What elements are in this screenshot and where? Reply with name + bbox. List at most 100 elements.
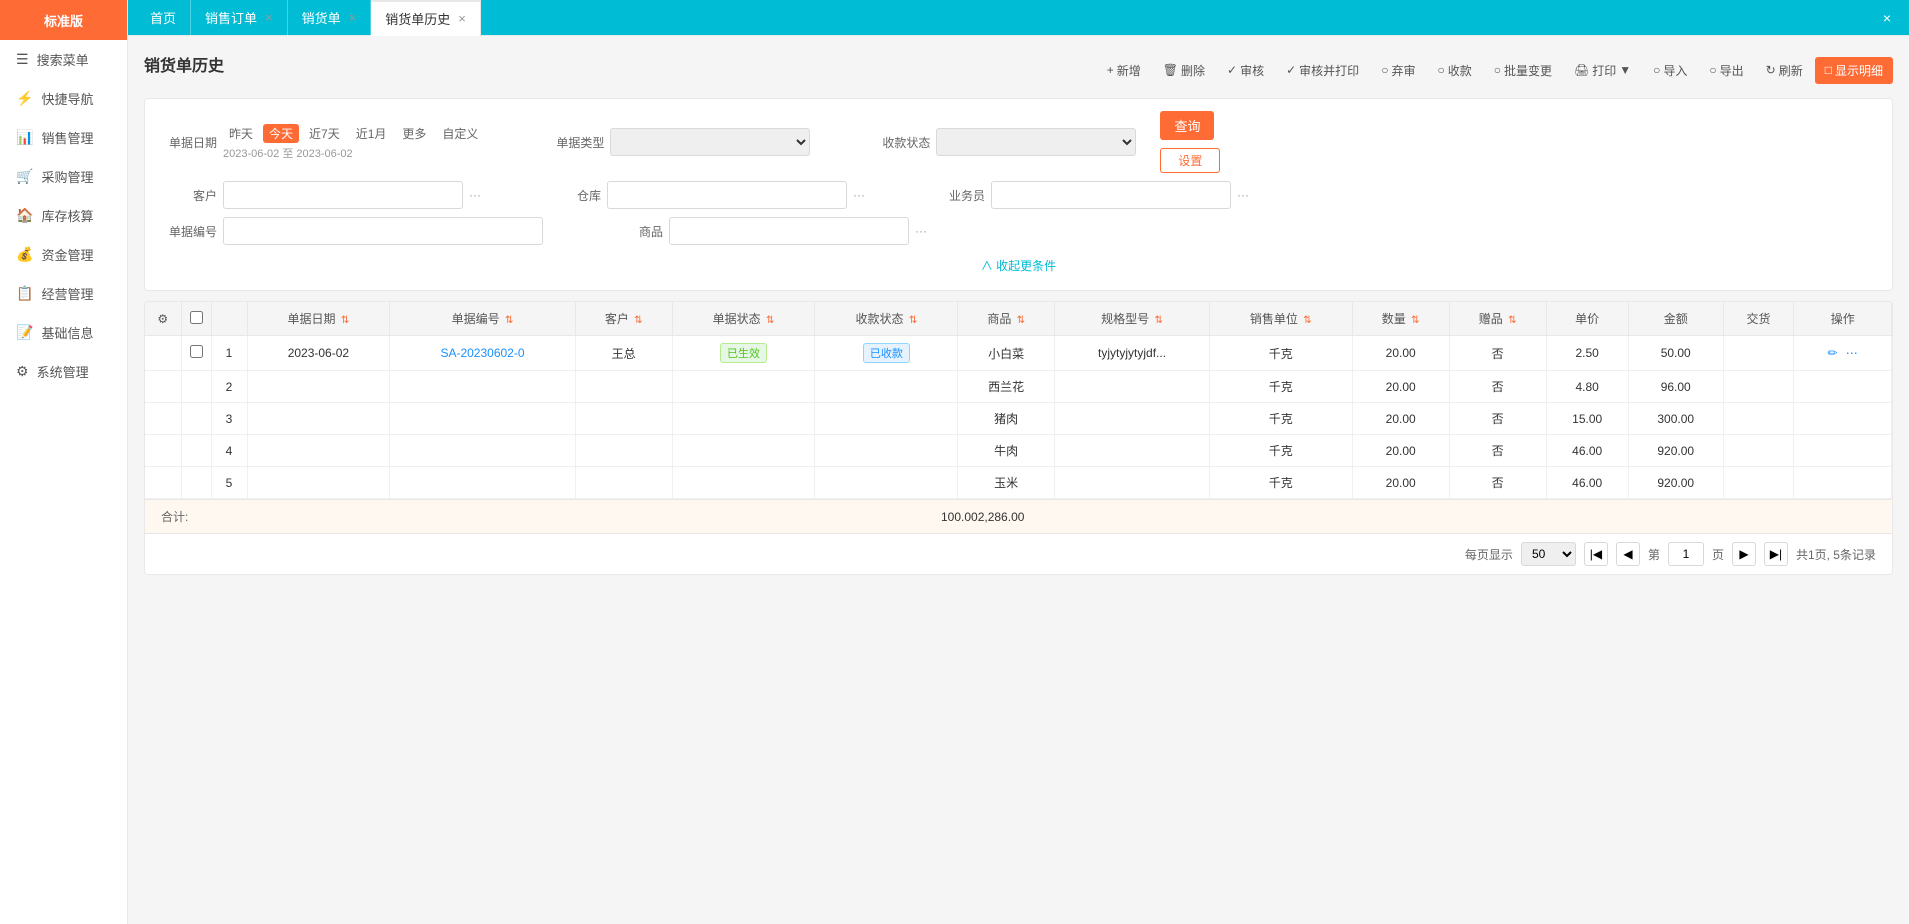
page-number-input[interactable] bbox=[1668, 542, 1704, 566]
page-size-select[interactable]: 50 100 bbox=[1521, 542, 1576, 566]
total-info: 共1页, 5条记录 bbox=[1796, 546, 1876, 563]
date-tab-week7[interactable]: 近7天 bbox=[303, 124, 346, 143]
sidebar-item-label: 库存核算 bbox=[41, 206, 93, 225]
tab-close-sales-goods[interactable]: × bbox=[349, 10, 357, 25]
col-doc-status[interactable]: 单据状态 ⇅ bbox=[672, 302, 815, 336]
col-gift[interactable]: 赠品 ⇅ bbox=[1449, 302, 1546, 336]
sidebar-item-label: 资金管理 bbox=[41, 245, 93, 264]
customer-input[interactable] bbox=[223, 181, 463, 209]
col-doc-no[interactable]: 单据编号 ⇅ bbox=[390, 302, 575, 336]
audit-print-button[interactable]: ✓ 审核并打印 bbox=[1276, 57, 1369, 84]
row-checkbox[interactable] bbox=[190, 345, 203, 358]
delete-button[interactable]: 🗑 删除 bbox=[1153, 57, 1215, 84]
col-qty[interactable]: 数量 ⇅ bbox=[1352, 302, 1449, 336]
collect-label: 收款 bbox=[1448, 62, 1472, 79]
tab-label: 首页 bbox=[150, 8, 176, 27]
sidebar-item-inventory[interactable]: 🏠 库存核算 bbox=[0, 196, 127, 235]
tab-sales-history[interactable]: 销货单历史 × bbox=[371, 0, 481, 36]
sidebar-item-search-menu[interactable]: ☰ 搜索菜单 bbox=[0, 40, 127, 79]
content-area: 销货单历史 + 新增 🗑 删除 ✓ 审核 ✓ 审核并打印 bbox=[128, 36, 1909, 924]
cell-doc-status: 已生效 bbox=[672, 336, 815, 371]
inventory-icon: 🏠 bbox=[16, 207, 33, 224]
audit-icon: ✓ bbox=[1227, 63, 1237, 77]
col-sales-unit[interactable]: 销售单位 ⇅ bbox=[1209, 302, 1352, 336]
tab-sales-order[interactable]: 销售订单 × bbox=[191, 0, 288, 36]
table-row: 4 牛肉 千克 20.00 否 46.00 920.00 bbox=[145, 435, 1892, 467]
select-all-checkbox[interactable] bbox=[190, 311, 203, 324]
goods-dots[interactable]: ··· bbox=[915, 224, 927, 238]
pagination-bar: 每页显示 50 100 |◀ ◀ 第 页 ▶ ▶| 共1页, 5条记录 bbox=[145, 533, 1892, 574]
warehouse-dots[interactable]: ··· bbox=[853, 188, 865, 202]
query-button[interactable]: 查询 bbox=[1160, 111, 1214, 140]
sort-icon: ⇅ bbox=[634, 315, 642, 326]
tab-home[interactable]: 首页 bbox=[136, 0, 191, 36]
import-button[interactable]: ○ 导入 bbox=[1643, 57, 1697, 84]
cell-row-no: 1 bbox=[211, 336, 247, 371]
col-doc-date[interactable]: 单据日期 ⇅ bbox=[247, 302, 390, 336]
cell-sales-unit: 千克 bbox=[1209, 467, 1352, 499]
date-tab-custom[interactable]: 自定义 bbox=[436, 124, 484, 143]
cell-customer bbox=[575, 467, 672, 499]
warehouse-input[interactable] bbox=[607, 181, 847, 209]
sidebar-item-base-info[interactable]: 📝 基础信息 bbox=[0, 313, 127, 352]
cell-settings bbox=[145, 336, 181, 371]
date-tab-month1[interactable]: 近1月 bbox=[350, 124, 393, 143]
col-collect-status[interactable]: 收款状态 ⇅ bbox=[815, 302, 958, 336]
business-input[interactable] bbox=[991, 181, 1231, 209]
set-button[interactable]: 设置 bbox=[1160, 148, 1220, 173]
audit-print-label: 审核并打印 bbox=[1299, 62, 1359, 79]
doc-no-input[interactable] bbox=[223, 217, 543, 245]
batch-change-button[interactable]: ○ 批量变更 bbox=[1484, 57, 1562, 84]
last-page-button[interactable]: ▶| bbox=[1764, 542, 1788, 566]
goods-input[interactable] bbox=[669, 217, 909, 245]
collect-status-select[interactable] bbox=[936, 128, 1136, 156]
tab-sales-goods[interactable]: 销货单 × bbox=[288, 0, 372, 36]
sidebar-item-sales-mgmt[interactable]: 📊 销售管理 bbox=[0, 118, 127, 157]
col-settings[interactable]: ⚙ bbox=[145, 302, 181, 336]
business-dots[interactable]: ··· bbox=[1237, 188, 1249, 202]
audit-button[interactable]: ✓ 审核 bbox=[1217, 57, 1274, 84]
print-button[interactable]: 🖨 打印 ▼ bbox=[1564, 57, 1641, 84]
col-goods[interactable]: 商品 ⇅ bbox=[958, 302, 1055, 336]
filter-area: 单据日期 昨天 今天 近7天 近1月 更多 自定义 2023-06-02 至 2… bbox=[144, 98, 1893, 291]
collapse-btn[interactable]: ∧ 收起更条件 bbox=[161, 253, 1876, 278]
more-action-button[interactable]: ⋯ bbox=[1842, 344, 1862, 362]
cell-transaction bbox=[1723, 403, 1794, 435]
tabs-bar: 首页 销售订单 × 销货单 × 销货单历史 × × bbox=[128, 0, 1909, 36]
next-page-button[interactable]: ▶ bbox=[1732, 542, 1756, 566]
date-tabs: 昨天 今天 近7天 近1月 更多 自定义 bbox=[223, 124, 484, 143]
show-detail-button[interactable]: □ 显示明细 bbox=[1815, 57, 1893, 84]
sidebar-item-quick-nav[interactable]: ⚡ 快捷导航 bbox=[0, 79, 127, 118]
sort-icon: ⇅ bbox=[909, 315, 917, 326]
tab-close-sales-history[interactable]: × bbox=[458, 11, 466, 26]
date-tab-yesterday[interactable]: 昨天 bbox=[223, 124, 259, 143]
export-button[interactable]: ○ 导出 bbox=[1699, 57, 1753, 84]
date-tab-today[interactable]: 今天 bbox=[263, 124, 299, 143]
tab-close-all-button[interactable]: × bbox=[1873, 5, 1901, 31]
col-transaction: 交货 bbox=[1723, 302, 1794, 336]
date-tab-more[interactable]: 更多 bbox=[396, 124, 432, 143]
first-page-button[interactable]: |◀ bbox=[1584, 542, 1608, 566]
edit-action-button[interactable]: ✏ bbox=[1824, 344, 1842, 362]
col-spec[interactable]: 规格型号 ⇅ bbox=[1055, 302, 1210, 336]
sidebar-item-system-mgmt[interactable]: ⚙ 系统管理 bbox=[0, 352, 127, 391]
cell-goods: 猪肉 bbox=[958, 403, 1055, 435]
business-icon: 📋 bbox=[16, 285, 33, 302]
col-customer[interactable]: 客户 ⇅ bbox=[575, 302, 672, 336]
tab-close-sales-order[interactable]: × bbox=[265, 10, 273, 25]
sidebar-item-purchase-mgmt[interactable]: 🛒 采购管理 bbox=[0, 157, 127, 196]
refresh-button[interactable]: ↻ 刷新 bbox=[1756, 57, 1813, 84]
abandon-button[interactable]: ○ 弃审 bbox=[1371, 57, 1425, 84]
doc-type-select[interactable] bbox=[610, 128, 810, 156]
sidebar-item-finance[interactable]: 💰 资金管理 bbox=[0, 235, 127, 274]
export-icon: ○ bbox=[1709, 63, 1716, 77]
collect-button[interactable]: ○ 收款 bbox=[1427, 57, 1481, 84]
new-button[interactable]: + 新增 bbox=[1097, 57, 1151, 84]
prev-page-button[interactable]: ◀ bbox=[1616, 542, 1640, 566]
collapse-label: ∧ 收起更条件 bbox=[981, 257, 1056, 274]
cell-check bbox=[181, 371, 211, 403]
sidebar-item-business[interactable]: 📋 经营管理 bbox=[0, 274, 127, 313]
filter-doc-no: 单据编号 bbox=[161, 217, 543, 245]
customer-dots[interactable]: ··· bbox=[469, 188, 481, 202]
filter-collect-status: 收款状态 bbox=[874, 128, 1136, 156]
